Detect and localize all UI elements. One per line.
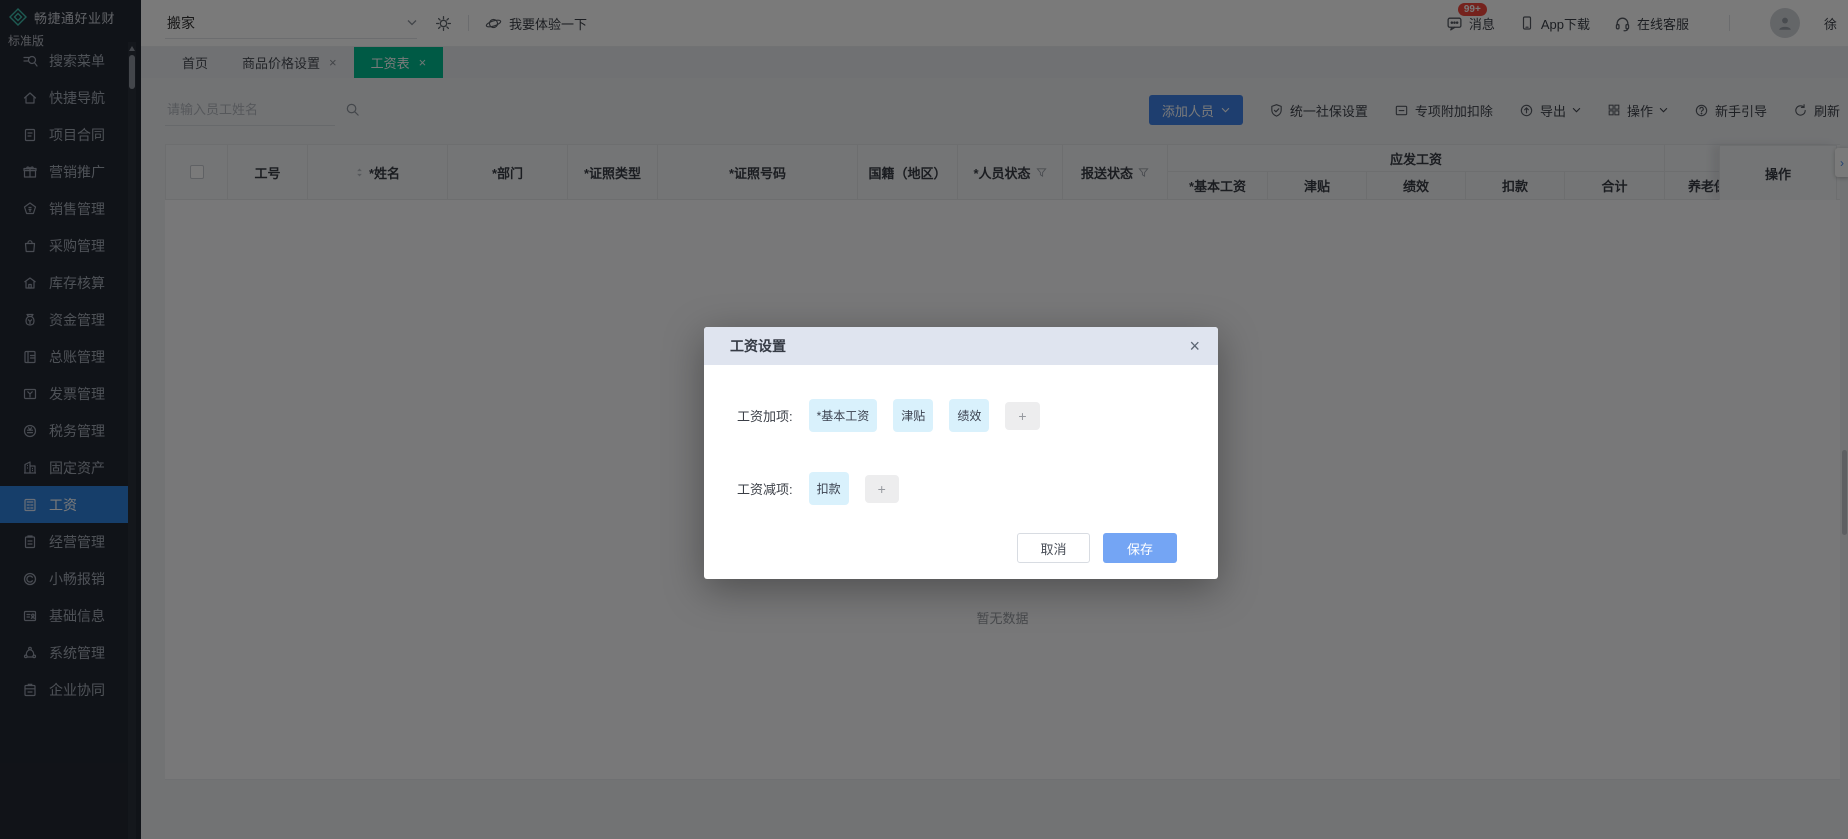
chip-base-salary[interactable]: *基本工资 [808,399,878,432]
modal-header: 工资设置 × [704,327,1218,365]
chip-performance[interactable]: 绩效 [949,399,990,432]
cancel-button[interactable]: 取消 [1017,533,1090,563]
salary-add-label: 工资加项: [737,409,793,424]
chip-allowance[interactable]: 津贴 [893,399,934,432]
salary-add-items-row: 工资加项: *基本工资 津贴 绩效 + [737,399,1218,432]
modal-title: 工资设置 [730,338,786,354]
close-icon[interactable]: × [1189,337,1200,355]
salary-settings-modal: 工资设置 × 工资加项: *基本工资 津贴 绩效 + 工资减项: 扣款 + 取消… [704,327,1218,579]
salary-minus-label: 工资减项: [737,482,793,497]
add-item-plus-button[interactable]: + [1005,401,1040,430]
modal-footer: 取消 保存 [1017,533,1177,563]
minus-item-plus-button[interactable]: + [864,474,899,503]
chip-deduction[interactable]: 扣款 [808,472,849,505]
save-button[interactable]: 保存 [1103,533,1177,563]
app-screen: 畅捷通好业财 标准版 搜索菜单 快捷导航 项目合同 营销推广 [0,0,1848,839]
salary-minus-items-row: 工资减项: 扣款 + [737,472,1218,505]
